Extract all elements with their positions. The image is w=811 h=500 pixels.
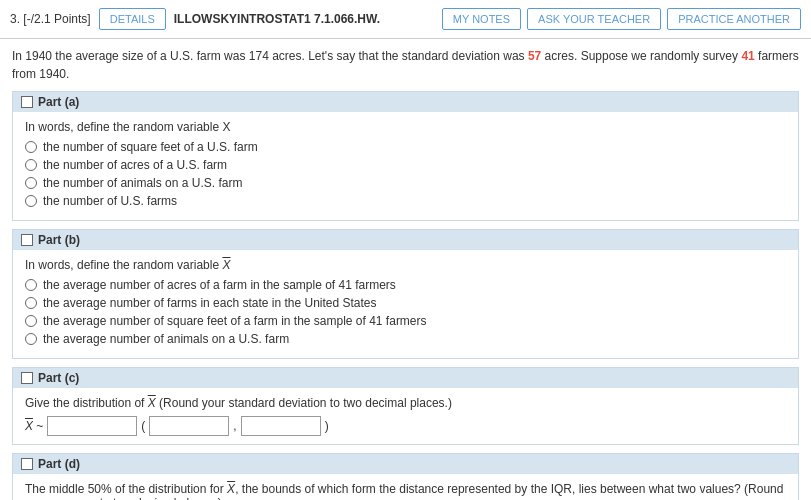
part-d-header: Part (d) — [13, 454, 798, 474]
details-button[interactable]: DETAILS — [99, 8, 166, 30]
part-b-option-2[interactable]: the average number of farms in each stat… — [25, 296, 786, 310]
part-b-option-2-text: the average number of farms in each stat… — [43, 296, 377, 310]
part-b-option-4[interactable]: the average number of animals on a U.S. … — [25, 332, 786, 346]
part-c-xbar-label: X ~ — [25, 419, 43, 433]
part-b-option-1[interactable]: the average number of acres of a farm in… — [25, 278, 786, 292]
radio-icon-1[interactable] — [25, 141, 37, 153]
part-c-header: Part (c) — [13, 368, 798, 388]
part-c-question: Give the distribution of X (Round your s… — [25, 396, 786, 410]
part-b-option-3[interactable]: the average number of square feet of a f… — [25, 314, 786, 328]
part-d-section: Part (d) The middle 50% of the distribut… — [12, 453, 799, 500]
my-notes-button[interactable]: MY NOTES — [442, 8, 521, 30]
part-b-option-3-text: the average number of square feet of a f… — [43, 314, 427, 328]
radio-b-icon-1[interactable] — [25, 279, 37, 291]
part-a-checkbox — [21, 96, 33, 108]
part-a-option-3[interactable]: the number of animals on a U.S. farm — [25, 176, 786, 190]
part-b-question: In words, define the random variable X — [25, 258, 786, 272]
intro-num1: 57 — [528, 49, 541, 63]
part-a-option-4[interactable]: the number of U.S. farms — [25, 194, 786, 208]
part-a-option-3-text: the number of animals on a U.S. farm — [43, 176, 242, 190]
part-c-input-row: X ~ ( , ) — [25, 416, 786, 436]
part-a-option-1[interactable]: the number of square feet of a U.S. farm — [25, 140, 786, 154]
part-a-question: In words, define the random variable X — [25, 120, 786, 134]
part-c-sd-input[interactable] — [241, 416, 321, 436]
radio-icon-3[interactable] — [25, 177, 37, 189]
part-d-body: The middle 50% of the distribution for X… — [13, 474, 798, 500]
part-d-checkbox — [21, 458, 33, 470]
part-c-paren-close: ) — [325, 419, 329, 433]
radio-b-icon-3[interactable] — [25, 315, 37, 327]
radio-b-icon-4[interactable] — [25, 333, 37, 345]
part-c-distribution-input[interactable] — [47, 416, 137, 436]
ask-teacher-button[interactable]: ASK YOUR TEACHER — [527, 8, 661, 30]
practice-another-button[interactable]: PRACTICE ANOTHER — [667, 8, 801, 30]
part-b-question-prefix: In words, define the random variable — [25, 258, 222, 272]
part-b-section: Part (b) In words, define the random var… — [12, 229, 799, 359]
part-d-question-prefix: The middle 50% of the distribution for — [25, 482, 227, 496]
hw-title: ILLOWSKYINTROSTAT1 7.1.066.HW. — [174, 12, 434, 26]
part-b-option-1-text: the average number of acres of a farm in… — [43, 278, 396, 292]
part-d-label: Part (d) — [38, 457, 80, 471]
part-a-option-1-text: the number of square feet of a U.S. farm — [43, 140, 258, 154]
part-c-question-suffix: (Round your standard deviation to two de… — [156, 396, 452, 410]
header-bar: 3. [-/2.1 Points] DETAILS ILLOWSKYINTROS… — [0, 0, 811, 39]
intro-text-before-41: acres. Suppose we randomly survey — [541, 49, 741, 63]
part-a-header: Part (a) — [13, 92, 798, 112]
part-b-header: Part (b) — [13, 230, 798, 250]
intro-text: In 1940 the average size of a U.S. farm … — [12, 47, 799, 83]
part-b-label: Part (b) — [38, 233, 80, 247]
part-d-question: The middle 50% of the distribution for X… — [25, 482, 786, 500]
part-c-xbar-question: X — [148, 396, 156, 410]
intro-text-before-57: In 1940 the average size of a U.S. farm … — [12, 49, 528, 63]
part-b-body: In words, define the random variable X t… — [13, 250, 798, 358]
part-b-xbar: X — [222, 258, 230, 272]
part-c-body: Give the distribution of X (Round your s… — [13, 388, 798, 444]
score-label: 3. [-/2.1 Points] — [10, 12, 91, 26]
header-right-buttons: MY NOTES ASK YOUR TEACHER PRACTICE ANOTH… — [442, 8, 801, 30]
part-b-checkbox — [21, 234, 33, 246]
part-a-option-4-text: the number of U.S. farms — [43, 194, 177, 208]
part-a-option-2-text: the number of acres of a U.S. farm — [43, 158, 227, 172]
part-a-option-2[interactable]: the number of acres of a U.S. farm — [25, 158, 786, 172]
main-content: In 1940 the average size of a U.S. farm … — [0, 39, 811, 500]
part-c-question-prefix: Give the distribution of — [25, 396, 148, 410]
part-c-label: Part (c) — [38, 371, 79, 385]
part-c-paren-open: ( — [141, 419, 145, 433]
part-c-mean-input[interactable] — [149, 416, 229, 436]
radio-icon-4[interactable] — [25, 195, 37, 207]
part-c-comma: , — [233, 419, 236, 433]
part-d-xbar: X — [227, 482, 235, 496]
radio-icon-2[interactable] — [25, 159, 37, 171]
part-c-checkbox — [21, 372, 33, 384]
part-c-section: Part (c) Give the distribution of X (Rou… — [12, 367, 799, 445]
part-a-body: In words, define the random variable X t… — [13, 112, 798, 220]
radio-b-icon-2[interactable] — [25, 297, 37, 309]
intro-num2: 41 — [741, 49, 754, 63]
part-a-section: Part (a) In words, define the random var… — [12, 91, 799, 221]
part-a-label: Part (a) — [38, 95, 79, 109]
part-b-option-4-text: the average number of animals on a U.S. … — [43, 332, 289, 346]
